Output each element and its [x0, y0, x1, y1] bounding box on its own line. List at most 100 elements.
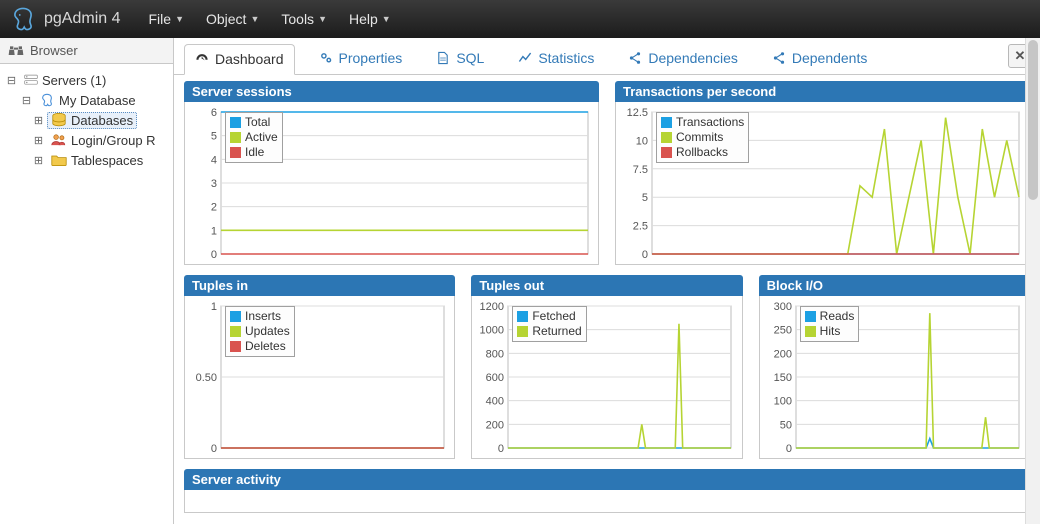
legend-label: Reads [820, 309, 855, 324]
svg-text:800: 800 [486, 348, 504, 360]
gauge-icon [195, 52, 209, 66]
tab-statistics[interactable]: Statistics [508, 44, 604, 73]
tab-dashboard[interactable]: Dashboard [184, 44, 295, 75]
database-icon [51, 113, 67, 127]
svg-text:10: 10 [636, 135, 648, 147]
svg-text:7.5: 7.5 [633, 164, 648, 176]
legend-item: Total [230, 115, 278, 130]
legend-swatch [230, 117, 241, 128]
svg-text:0: 0 [211, 443, 217, 455]
elephant-icon [10, 6, 36, 32]
chart-legend: ReadsHits [800, 306, 860, 342]
menubar: File▼ Object▼ Tools▼ Help▼ [149, 11, 391, 27]
legend-swatch [661, 132, 672, 143]
panel-title: Server sessions [184, 81, 599, 102]
legend-swatch [230, 326, 241, 337]
menu-object[interactable]: Object▼ [206, 11, 259, 27]
legend-item: Updates [230, 324, 290, 339]
legend-label: Commits [676, 130, 723, 145]
panel-block-io: Block I/O 050100150200250300ReadsHits [759, 275, 1030, 459]
legend-label: Fetched [532, 309, 575, 324]
svg-text:200: 200 [486, 419, 504, 431]
share-icon [628, 51, 642, 65]
tab-dependencies[interactable]: Dependencies [618, 44, 748, 73]
sidebar-header: Browser [0, 38, 173, 64]
panel-server-activity: Server activity [184, 469, 1030, 513]
legend-label: Active [245, 130, 278, 145]
svg-text:4: 4 [211, 154, 217, 166]
svg-text:1: 1 [211, 225, 217, 237]
binoculars-icon [8, 44, 24, 58]
svg-text:100: 100 [773, 396, 791, 408]
chart-legend: InsertsUpdatesDeletes [225, 306, 295, 357]
legend-swatch [230, 132, 241, 143]
tree-node-mydatabase[interactable]: ⊟ My Database [6, 90, 171, 110]
tree-expand-icon[interactable]: ⊞ [33, 114, 44, 127]
share-icon [772, 51, 786, 65]
tree-node-databases[interactable]: ⊞ Databases [6, 110, 171, 130]
menu-help[interactable]: Help▼ [349, 11, 391, 27]
sidebar-title: Browser [30, 43, 78, 58]
svg-text:250: 250 [773, 325, 791, 337]
menu-tools[interactable]: Tools▼ [281, 11, 327, 27]
legend-label: Transactions [676, 115, 744, 130]
legend-swatch [661, 117, 672, 128]
chart-legend: TotalActiveIdle [225, 112, 283, 163]
svg-text:50: 50 [779, 419, 791, 431]
chart-block-io: 050100150200250300ReadsHits [766, 302, 1023, 452]
svg-text:0: 0 [211, 249, 217, 261]
main-panel: Dashboard Properties SQL Statistics Depe… [174, 38, 1040, 524]
panel-title: Block I/O [759, 275, 1030, 296]
svg-text:1200: 1200 [480, 301, 504, 313]
menu-file[interactable]: File▼ [149, 11, 184, 27]
tree-expand-icon[interactable]: ⊞ [33, 134, 44, 147]
panel-title: Server activity [184, 469, 1030, 490]
panel-title: Transactions per second [615, 81, 1030, 102]
legend-label: Hits [820, 324, 841, 339]
svg-text:3: 3 [211, 178, 217, 190]
vertical-scrollbar[interactable] [1025, 38, 1040, 524]
svg-text:12.5: 12.5 [627, 107, 648, 119]
legend-label: Total [245, 115, 270, 130]
tab-sql[interactable]: SQL [426, 44, 494, 73]
svg-text:1000: 1000 [480, 325, 504, 337]
tree-collapse-icon[interactable]: ⊟ [21, 94, 32, 107]
legend-item: Active [230, 130, 278, 145]
legend-item: Transactions [661, 115, 744, 130]
svg-text:1: 1 [211, 301, 217, 313]
caret-down-icon: ▼ [382, 14, 391, 24]
legend-label: Deletes [245, 339, 286, 354]
panel-title: Tuples out [471, 275, 742, 296]
object-tree: ⊟ Servers (1) ⊟ My Database ⊞ [0, 64, 173, 176]
legend-label: Inserts [245, 309, 281, 324]
app-logo: pgAdmin 4 [10, 6, 121, 32]
chart-tuples-in: 00.501InsertsUpdatesDeletes [191, 302, 448, 452]
panel-server-sessions: Server sessions 0123456TotalActiveIdle [184, 81, 599, 265]
dashboard-scroll[interactable]: Server sessions 0123456TotalActiveIdle T… [174, 75, 1040, 524]
tree-node-login-group-roles[interactable]: ⊞ Login/Group R [6, 130, 171, 150]
file-icon [436, 51, 450, 65]
legend-swatch [805, 311, 816, 322]
tab-dependents[interactable]: Dependents [762, 44, 878, 73]
tree-node-tablespaces[interactable]: ⊞ Tablespaces [6, 150, 171, 170]
tree-expand-icon[interactable]: ⊞ [33, 154, 44, 167]
linechart-icon [518, 51, 532, 65]
chart-server-sessions: 0123456TotalActiveIdle [191, 108, 592, 258]
panel-title: Tuples in [184, 275, 455, 296]
legend-item: Fetched [517, 309, 581, 324]
legend-item: Reads [805, 309, 855, 324]
app-title: pgAdmin 4 [44, 10, 121, 28]
tree-node-servers[interactable]: ⊟ Servers (1) [6, 70, 171, 90]
caret-down-icon: ▼ [175, 14, 184, 24]
svg-text:0: 0 [498, 443, 504, 455]
users-icon [51, 133, 67, 147]
panel-tps: Transactions per second 02.557.51012.5Tr… [615, 81, 1030, 265]
tree-collapse-icon[interactable]: ⊟ [6, 74, 17, 87]
svg-text:300: 300 [773, 301, 791, 313]
svg-text:2.5: 2.5 [633, 221, 648, 233]
tab-properties[interactable]: Properties [309, 44, 413, 73]
legend-label: Updates [245, 324, 290, 339]
panel-tuples-out: Tuples out 020040060080010001200FetchedR… [471, 275, 742, 459]
legend-item: Idle [230, 145, 278, 160]
svg-text:6: 6 [211, 107, 217, 119]
